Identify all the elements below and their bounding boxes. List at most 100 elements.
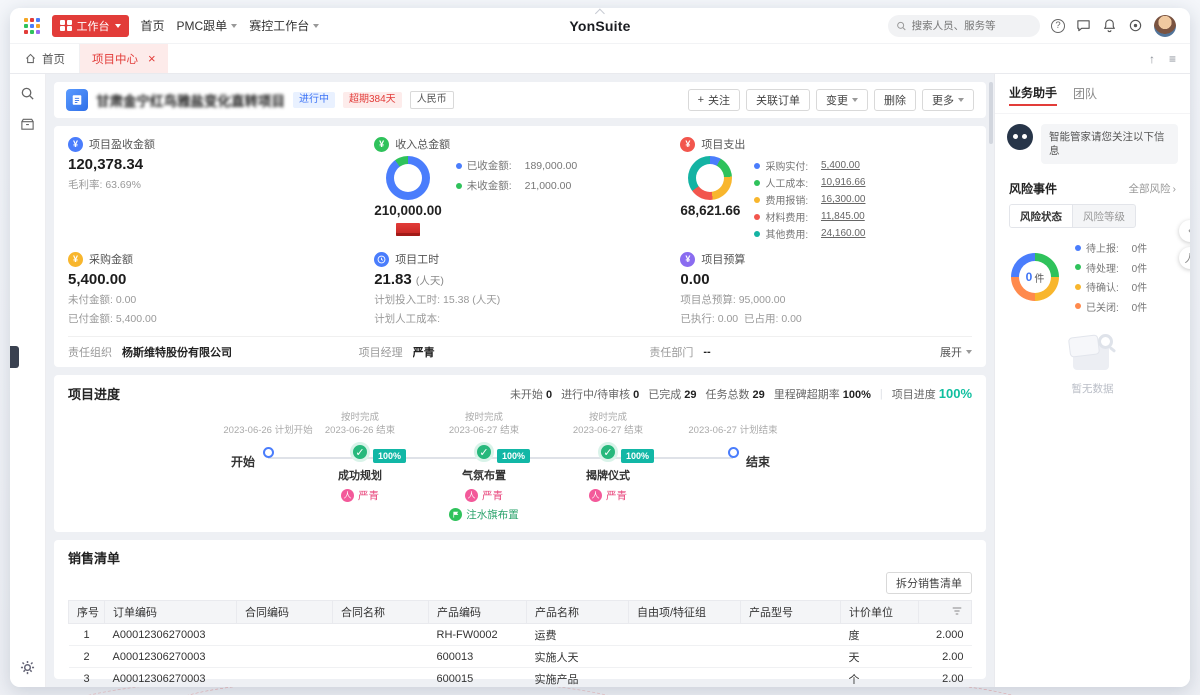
expense-legend-item[interactable]: 其他费用: 24,160.00 <box>754 226 866 241</box>
expand-button[interactable]: 展开 <box>940 344 973 360</box>
worktime-planned: 计划投入工时: 15.38 (人天) <box>374 294 501 306</box>
split-sales-button[interactable]: 拆分销售清单 <box>886 572 972 594</box>
all-risks-link[interactable]: 全部风险 › <box>1129 181 1177 196</box>
milestone-node[interactable]: 按时完成 2023-06-26 结束 ✓ 100% 成功规划 人严青 <box>290 411 430 503</box>
app-launcher-icon[interactable] <box>24 17 40 34</box>
sales-table: 序号 订单编码 合同编码 合同名称 产品编码 产品名称 自由项/特征组 产品型号… <box>68 600 972 687</box>
workspace-label: 工作台 <box>76 20 110 33</box>
assistant-message-row: 智能管家请您关注以下信息 <box>995 114 1190 170</box>
left-drawer-handle[interactable] <box>10 346 19 368</box>
settings-gear-icon[interactable] <box>20 660 35 675</box>
col-no: 序号 <box>68 600 105 624</box>
related-order-button[interactable]: 关联订单 <box>746 89 810 111</box>
more-button[interactable]: 更多 <box>922 89 974 111</box>
purchase-yuan-icon: ¥ <box>68 251 83 267</box>
vertical-scrollbar[interactable] <box>989 82 993 144</box>
person-icon: 人 <box>589 489 602 502</box>
sidebar-archive-icon[interactable] <box>20 117 35 132</box>
profit-value: 120,378.34 <box>68 156 144 173</box>
user-avatar[interactable] <box>1154 14 1176 37</box>
table-row[interactable]: 1 A00012306270003 RH-FW0002 运费度 2.000 <box>68 623 972 646</box>
chevron-down-icon <box>966 350 973 354</box>
expense-legend-item[interactable]: 材料费用: 11,845.00 <box>754 209 865 224</box>
milestone-name: 揭牌仪式 <box>586 470 630 482</box>
toggle-risk-level[interactable]: 风险等级 <box>1073 205 1135 227</box>
table-row[interactable]: 2 A00012306270003 600013 实施人天天 2.00 <box>68 645 972 668</box>
app-window: 工作台 首页 PMC跟单 赛控工作台 YonSuite ? <box>10 8 1190 687</box>
toggle-risk-status[interactable]: 风险状态 <box>1010 205 1073 228</box>
milestone-node[interactable]: 按时完成 2023-06-27 结束 ✓ 100% 揭牌仪式 人严青 <box>538 411 678 503</box>
page-tab-bar: 首页 项目中心 × ↑ ≡ <box>10 44 1190 74</box>
milestone-owner: 人严青 <box>414 488 554 503</box>
close-icon[interactable]: × <box>148 52 156 65</box>
expense-legend-item[interactable]: 人工成本: 10,916.66 <box>754 175 866 190</box>
milestone-subtask[interactable]: 注水旗布置 <box>414 507 554 522</box>
chevron-down-icon <box>958 98 964 102</box>
purchase-paid: 已付金额: 5,400.00 <box>68 313 157 325</box>
tabbar-tools: ↑ ≡ <box>1135 44 1190 73</box>
col-contract-code: 合同编码 <box>236 600 333 624</box>
sidebar-search-icon[interactable] <box>20 86 35 101</box>
expense-total: 68,621.66 <box>680 203 741 218</box>
milestone-owner: 人严青 <box>538 488 678 503</box>
assistant-ball-icon[interactable]: 人 <box>1179 247 1190 269</box>
col-product-name: 产品名称 <box>526 600 629 624</box>
tab-list-icon[interactable]: ≡ <box>1169 52 1176 66</box>
assistant-message: 智能管家请您关注以下信息 <box>1041 124 1178 165</box>
delete-button[interactable]: 删除 <box>874 89 916 111</box>
help-icon[interactable]: ? <box>1051 18 1065 33</box>
col-unit: 计价单位 <box>840 600 919 624</box>
sort-filter-icon[interactable] <box>951 605 963 617</box>
end-dot-icon <box>727 447 739 458</box>
workspace-button[interactable]: 工作台 <box>52 14 129 37</box>
end-date: 2023-06-27 计划结束 <box>688 425 778 436</box>
clock-icon <box>374 251 390 267</box>
content-area: 甘肃金宁红鸟雅盐变化直转项目 进行中 超期384天 人民币 + 关注 关联订单 变… <box>46 74 994 687</box>
timeline-end-node: 2023-06-27 计划结束 结束 <box>663 411 803 469</box>
nav-item-pmc[interactable]: PMC跟单 <box>177 17 238 34</box>
milestone-node[interactable]: 按时完成 2023-06-27 结束 ✓ 100% 气氛布置 人严青 注水旗布置 <box>414 411 554 522</box>
milestone-percent-badge: 100% <box>497 449 531 463</box>
milestone-date: 2023-06-26 结束 <box>324 425 396 436</box>
collapse-up-icon[interactable]: ↑ <box>1149 52 1155 66</box>
col-settings <box>918 600 972 624</box>
check-icon: ✓ <box>598 442 618 462</box>
chevron-right-icon: › <box>1172 182 1177 195</box>
tab-home[interactable]: 首页 <box>10 44 80 73</box>
risk-legend: 待上报: 0件 待处理: 0件 待确认: 0件 已关闭: 0件 <box>1075 240 1147 314</box>
metric-income: ¥ 收入总金额 210,000.00 已收金额: 189,000.00 未收金额:… <box>374 136 680 241</box>
end-label: 结束 <box>746 455 771 469</box>
worktime-planned-cost: 计划人工成本: <box>374 313 441 325</box>
tab-business-assistant[interactable]: 业务助手 <box>1009 84 1058 106</box>
table-row[interactable]: 3 A00012306270003 600015 实施产品个 2.00 <box>68 667 972 687</box>
notification-bell-icon[interactable] <box>1102 18 1117 33</box>
search-input[interactable] <box>911 19 1032 32</box>
expense-legend-item[interactable]: 采购实付: 5,400.00 <box>754 158 865 173</box>
follow-button[interactable]: + 关注 <box>687 89 740 111</box>
project-progress-percent: 100% <box>938 385 972 401</box>
milestone-date: 2023-06-27 结束 <box>572 425 644 436</box>
status-badge: 进行中 <box>293 92 335 108</box>
integration-ring-icon[interactable] <box>1128 18 1143 33</box>
overdue-badge: 超期384天 <box>343 92 402 108</box>
col-product-code: 产品编码 <box>428 600 527 624</box>
flag-icon <box>449 508 463 521</box>
empty-state: 暂无数据 <box>995 316 1190 406</box>
nav-item-home[interactable]: 首页 <box>141 17 165 34</box>
nav-item-race-workbench[interactable]: 赛控工作台 <box>249 17 320 34</box>
collapse-panel-icon[interactable]: ‹ <box>1179 220 1190 242</box>
sales-title: 销售清单 <box>68 551 121 566</box>
expense-legend-item[interactable]: 费用报销: 16,300.00 <box>754 192 866 207</box>
risk-count: 0 <box>1025 270 1033 285</box>
chat-icon[interactable] <box>1076 18 1091 33</box>
floating-edge-buttons: ‹ 人 <box>1179 220 1190 269</box>
tab-team[interactable]: 团队 <box>1073 85 1097 105</box>
red-flag-icon <box>395 223 420 236</box>
empty-illustration <box>1067 333 1117 374</box>
tab-project-center[interactable]: 项目中心 × <box>80 44 168 73</box>
change-button[interactable]: 变更 <box>816 89 868 111</box>
project-manager: 严青 <box>412 347 435 359</box>
metrics-card: ¥ 项目盈收金额 120,378.34 毛利率: 63.69% ¥ 收入总金额 21… <box>54 126 986 367</box>
global-search[interactable] <box>888 14 1040 37</box>
metric-worktime: 项目工时 21.83 (人天) 计划投入工时: 15.38 (人天) 计划人工成… <box>374 251 680 326</box>
